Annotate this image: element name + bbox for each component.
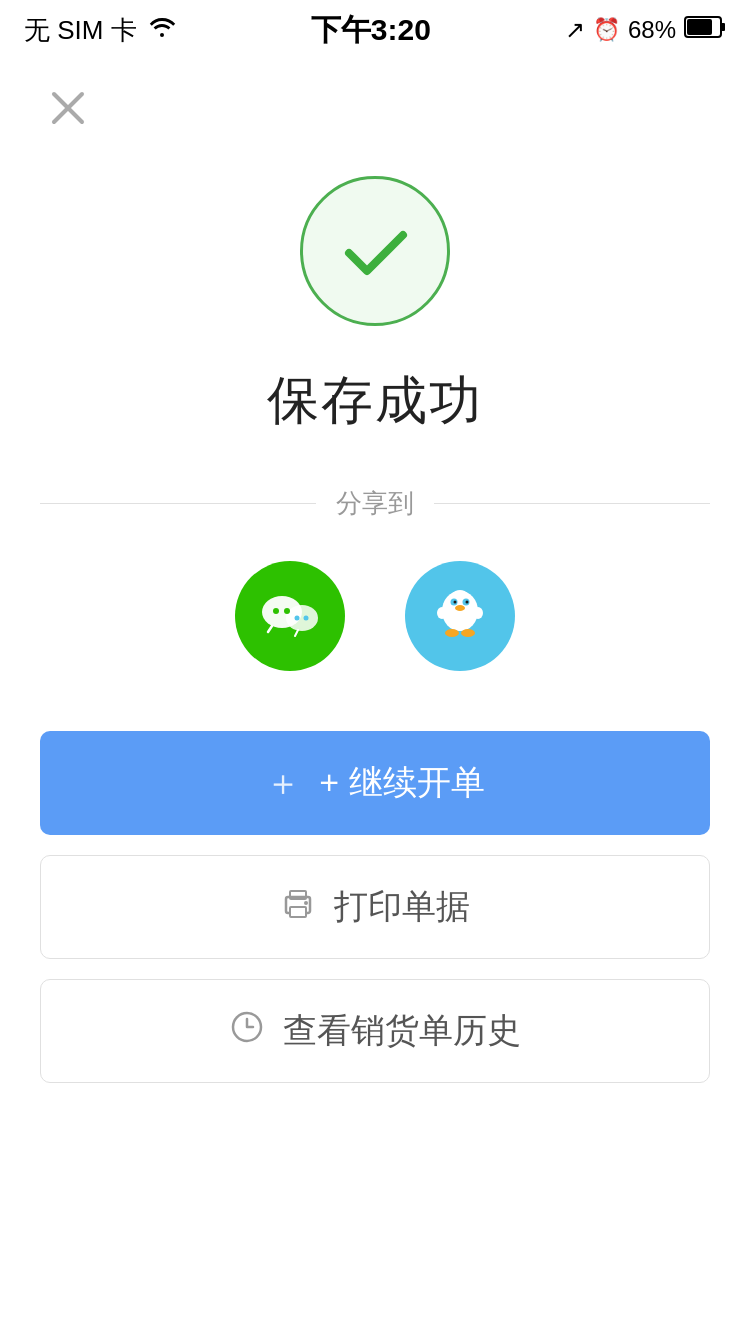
divider-right [434, 503, 710, 504]
location-icon: ↗ [565, 16, 585, 44]
svg-rect-2 [687, 19, 712, 35]
svg-point-15 [454, 601, 457, 604]
svg-point-10 [304, 616, 309, 621]
share-buttons-row [235, 561, 515, 671]
svg-point-8 [284, 608, 290, 614]
history-label: 查看销货单历史 [283, 1008, 521, 1054]
svg-point-9 [295, 616, 300, 621]
svg-point-25 [304, 901, 308, 905]
alarm-icon: ⏰ [593, 17, 620, 43]
qq-share-button[interactable] [405, 561, 515, 671]
battery-text: 68% [628, 16, 676, 44]
main-content: 保存成功 分享到 [0, 60, 750, 1083]
no-sim-label: 无 SIM 卡 [24, 13, 137, 48]
status-bar: 无 SIM 卡 下午3:20 ↗ ⏰ 68% [0, 0, 750, 60]
close-button[interactable] [40, 80, 96, 136]
status-time: 下午3:20 [311, 10, 431, 51]
svg-point-17 [455, 605, 465, 611]
history-icon [229, 1009, 265, 1054]
svg-point-7 [273, 608, 279, 614]
battery-icon [684, 16, 726, 44]
svg-point-19 [461, 629, 475, 637]
action-buttons: ＋ + 继续开单 打印单据 查看销货单历史 [40, 731, 710, 1083]
history-button[interactable]: 查看销货单历史 [40, 979, 710, 1083]
svg-point-20 [437, 607, 447, 619]
status-left: 无 SIM 卡 [24, 13, 177, 48]
svg-rect-23 [290, 907, 306, 917]
wifi-icon [147, 15, 177, 46]
print-icon [280, 885, 316, 930]
status-right: ↗ ⏰ 68% [565, 16, 726, 44]
close-button-row [40, 60, 710, 166]
share-divider: 分享到 [40, 486, 710, 521]
plus-icon: ＋ [265, 759, 301, 808]
svg-point-21 [473, 607, 483, 619]
print-button[interactable]: 打印单据 [40, 855, 710, 959]
wechat-share-button[interactable] [235, 561, 345, 671]
svg-point-6 [286, 605, 318, 631]
wechat-icon [256, 582, 324, 650]
success-title: 保存成功 [267, 366, 483, 436]
svg-rect-1 [721, 23, 725, 31]
continue-label: + 继续开单 [319, 760, 484, 806]
close-icon [48, 88, 88, 128]
qq-icon [425, 581, 495, 651]
divider-left [40, 503, 316, 504]
share-label: 分享到 [336, 486, 414, 521]
continue-button[interactable]: ＋ + 继续开单 [40, 731, 710, 835]
svg-point-16 [466, 601, 469, 604]
checkmark-icon [335, 211, 415, 291]
print-label: 打印单据 [334, 884, 470, 930]
success-icon-circle [300, 176, 450, 326]
svg-point-18 [445, 629, 459, 637]
